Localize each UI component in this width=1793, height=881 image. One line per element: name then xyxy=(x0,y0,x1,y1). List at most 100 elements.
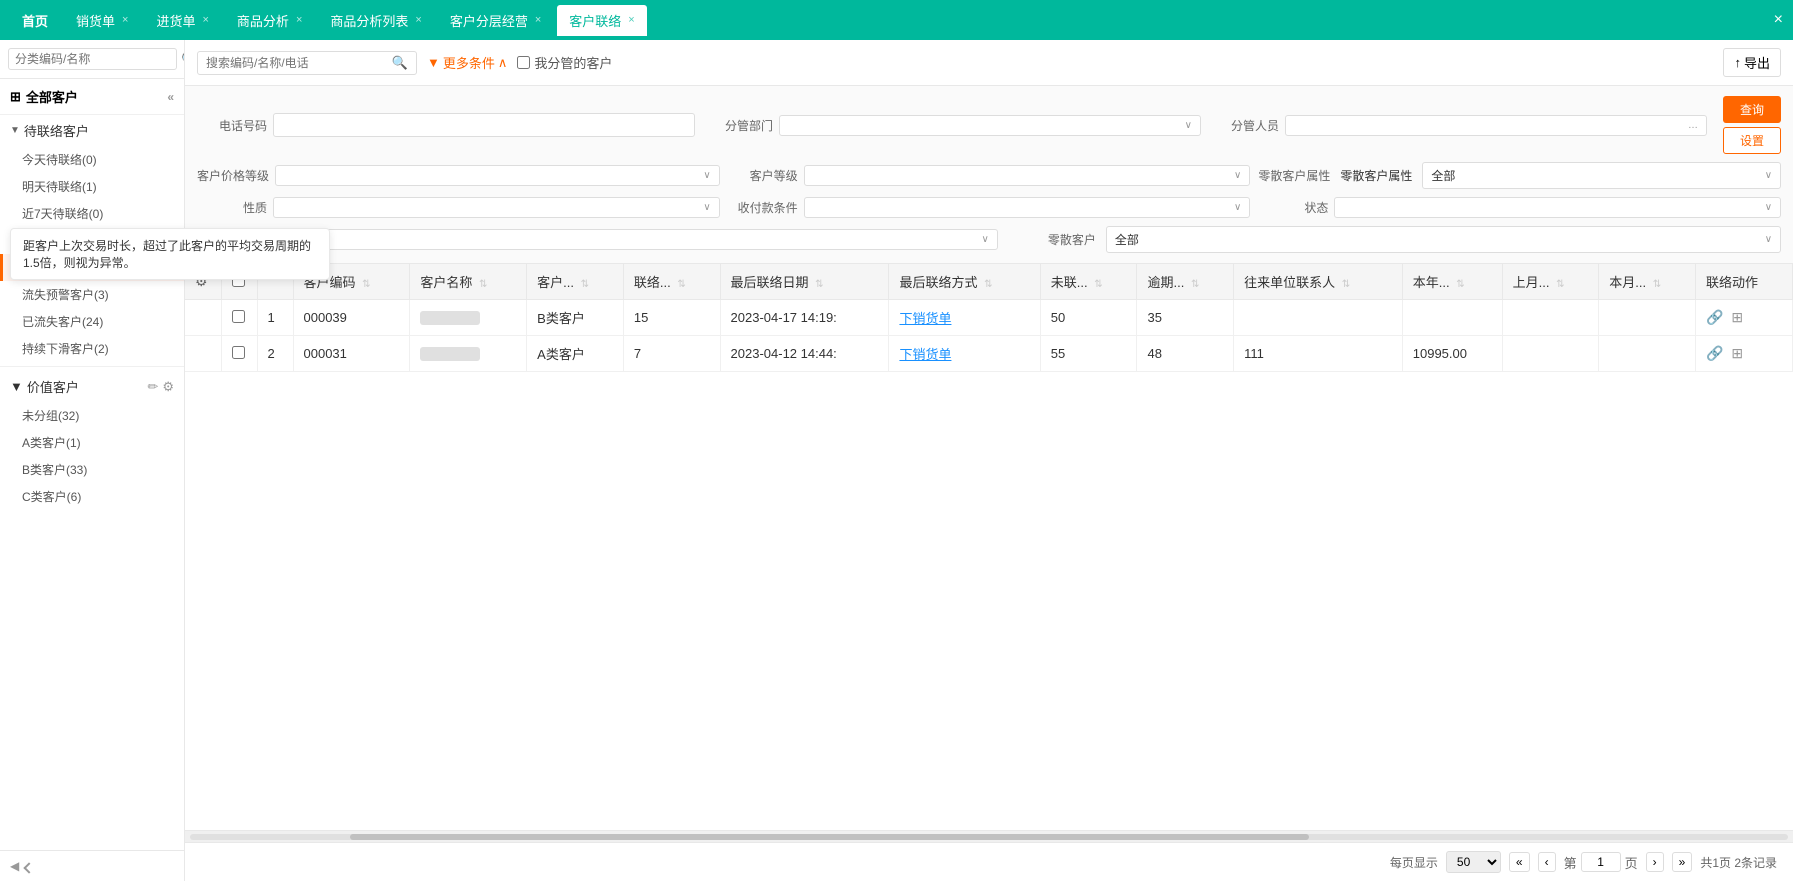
nav-product-analysis[interactable]: 商品分析 × xyxy=(225,5,314,36)
horizontal-scrollbar[interactable] xyxy=(185,830,1793,842)
retail-customer-select[interactable]: 全部 ∨ xyxy=(1106,226,1781,253)
per-page-label: 每页显示 xyxy=(1390,854,1438,871)
sidebar-item-7days[interactable]: 近7天待联络(0) xyxy=(0,200,184,227)
col-method-sort[interactable]: ⇅ xyxy=(984,279,992,290)
col-type-sort[interactable]: ⇅ xyxy=(581,279,589,290)
sidebar-left-arrow[interactable]: ◀ xyxy=(10,859,19,873)
per-page-select[interactable]: 20 50 100 xyxy=(1446,851,1501,873)
row1-method-link[interactable]: 下销货单 xyxy=(899,311,951,326)
sidebar-item-c-class[interactable]: C类客户(6) xyxy=(0,483,184,510)
nav-customer-contact[interactable]: 客户联络 × xyxy=(557,5,646,36)
row2-checkbox xyxy=(221,336,257,372)
sidebar-item-b-class[interactable]: B类客户(33) xyxy=(0,456,184,483)
nav-customer-contact-close[interactable]: × xyxy=(628,14,634,26)
row1-grid-icon[interactable]: ⊞ xyxy=(1731,309,1743,326)
row1-last-month xyxy=(1502,300,1599,336)
nav-home[interactable]: 首页 xyxy=(10,5,60,36)
price-level-select[interactable]: ∨ xyxy=(275,165,720,186)
department-select[interactable]: ∨ xyxy=(779,115,1201,136)
sidebar-item-unclassified[interactable]: 未分组(32) xyxy=(0,402,184,429)
sidebar: 🔍 ⊞ 全部客户 « ▼ 待联络客户 今天待联络(0) 明天待联络(1) 近7天… xyxy=(0,40,185,881)
retail-customer-value: 全部 xyxy=(1115,231,1139,248)
customer-level-select[interactable]: ∨ xyxy=(804,165,1251,186)
sidebar-item-declining[interactable]: 持续下滑客户(2) xyxy=(0,335,184,362)
retail-attr-select[interactable]: 全部 ∨ xyxy=(1422,162,1781,189)
payment-select[interactable]: ∨ xyxy=(804,197,1251,218)
sidebar-item-a-class[interactable]: A类客户(1) xyxy=(0,429,184,456)
pending-contact-title[interactable]: ▼ 待联络客户 xyxy=(0,115,184,146)
export-button[interactable]: ↑ 导出 xyxy=(1723,48,1781,77)
phone-input[interactable] xyxy=(273,113,695,137)
filter-row-1: 电话号码 分管部门 ∨ 分管人员 … xyxy=(197,96,1781,154)
customer-type-select[interactable]: ∨ xyxy=(319,229,998,250)
sidebar-item-lost-preview[interactable]: 流失预警客户(3) xyxy=(0,281,184,308)
scrollbar-thumb[interactable] xyxy=(350,834,1309,840)
row2-select-checkbox[interactable] xyxy=(232,346,245,359)
row1-select-checkbox[interactable] xyxy=(232,310,245,323)
nav-purchase[interactable]: 进货单 × xyxy=(144,5,220,36)
col-this-month-sort[interactable]: ⇅ xyxy=(1653,279,1661,290)
gender-select[interactable]: ∨ xyxy=(273,197,720,218)
filter-search-icon[interactable]: 🔍 xyxy=(392,55,408,71)
col-code-sort[interactable]: ⇅ xyxy=(362,279,370,290)
col-date-sort[interactable]: ⇅ xyxy=(815,279,823,290)
phone-input-field[interactable] xyxy=(282,118,686,132)
row1-action-icons: 🔗 ⊞ xyxy=(1706,309,1782,326)
next-page-btn[interactable]: › xyxy=(1646,852,1664,872)
col-name-sort[interactable]: ⇅ xyxy=(479,279,487,290)
first-page-btn[interactable]: « xyxy=(1509,852,1530,872)
nav-product-analysis-close[interactable]: × xyxy=(296,14,302,26)
nav-sales-close[interactable]: × xyxy=(122,14,128,26)
col-company-sort[interactable]: ⇅ xyxy=(1342,279,1350,290)
col-unread-sort[interactable]: ⇅ xyxy=(1094,279,1102,290)
prev-page-btn[interactable]: ‹ xyxy=(1538,852,1556,872)
status-select[interactable]: ∨ xyxy=(1334,197,1781,218)
col-last-month-sort[interactable]: ⇅ xyxy=(1556,279,1564,290)
nav-customer-segment-close[interactable]: × xyxy=(535,14,541,26)
row2-this-year: 10995.00 xyxy=(1402,336,1502,372)
sidebar-search-input[interactable] xyxy=(8,48,177,70)
nav-product-analysis-list[interactable]: 商品分析列表 × xyxy=(318,5,433,36)
settings-group-icon[interactable]: ⚙ xyxy=(162,379,174,395)
row1-link-icon[interactable]: 🔗 xyxy=(1706,309,1723,326)
edit-icon[interactable]: ✏ xyxy=(147,379,158,395)
value-group-header[interactable]: ▼ 价值客户 ✏ ⚙ xyxy=(0,371,184,402)
col-contact-header: 联络... ⇅ xyxy=(623,264,720,300)
filter-search-input[interactable] xyxy=(206,56,388,70)
nav-purchase-close[interactable]: × xyxy=(202,14,208,26)
window-close-button[interactable]: × xyxy=(1774,11,1783,29)
row2-method-link[interactable]: 下销货单 xyxy=(899,347,951,362)
row1-unread: 50 xyxy=(1040,300,1137,336)
manager-select[interactable]: … xyxy=(1285,115,1707,136)
settings-button[interactable]: 设置 xyxy=(1723,127,1781,154)
my-customers-checkbox-label[interactable]: 我分管的客户 xyxy=(517,53,612,72)
payment-label: 收付款条件 xyxy=(728,199,798,216)
row2-last-month xyxy=(1502,336,1599,372)
query-button[interactable]: 查询 xyxy=(1723,96,1781,123)
filter-field-retail-attr: 零散客户属性 零散客户属性 全部 ∨ xyxy=(1258,162,1781,189)
nav-customer-segment[interactable]: 客户分层经营 × xyxy=(438,5,553,36)
nav-product-analysis-list-close[interactable]: × xyxy=(415,14,421,26)
filter-more-conditions[interactable]: ▼ 更多条件 ∧ xyxy=(427,53,507,72)
filter-row-3: 性质 ∨ 收付款条件 ∨ 状态 xyxy=(197,197,1781,218)
row2-grid-icon[interactable]: ⊞ xyxy=(1731,345,1743,362)
col-year-sort[interactable]: ⇅ xyxy=(1456,279,1464,290)
sidebar-item-tomorrow[interactable]: 明天待联络(1) xyxy=(0,173,184,200)
row2-settings xyxy=(185,336,221,372)
sidebar-collapse-btn[interactable]: « xyxy=(167,90,174,104)
col-contact-sort[interactable]: ⇅ xyxy=(677,279,685,290)
col-this-year-header: 本年... ⇅ xyxy=(1402,264,1502,300)
nav-sales[interactable]: 销货单 × xyxy=(64,5,140,36)
my-customers-checkbox[interactable] xyxy=(517,56,530,69)
page-input[interactable] xyxy=(1581,852,1621,872)
filter-field-gender: 性质 ∨ xyxy=(197,197,720,218)
sidebar-item-lost[interactable]: 已流失客户(24) xyxy=(0,308,184,335)
row2-link-icon[interactable]: 🔗 xyxy=(1706,345,1723,362)
row2-name xyxy=(410,336,527,372)
row1-number: 1 xyxy=(257,300,293,336)
sidebar-item-today[interactable]: 今天待联络(0) xyxy=(0,146,184,173)
filter-field-retail-customer: 零散客户 全部 ∨ xyxy=(1026,226,1781,253)
filter-field-price-level: 客户价格等级 ∨ xyxy=(197,165,720,186)
col-overdue-sort[interactable]: ⇅ xyxy=(1191,279,1199,290)
last-page-btn[interactable]: » xyxy=(1672,852,1693,872)
